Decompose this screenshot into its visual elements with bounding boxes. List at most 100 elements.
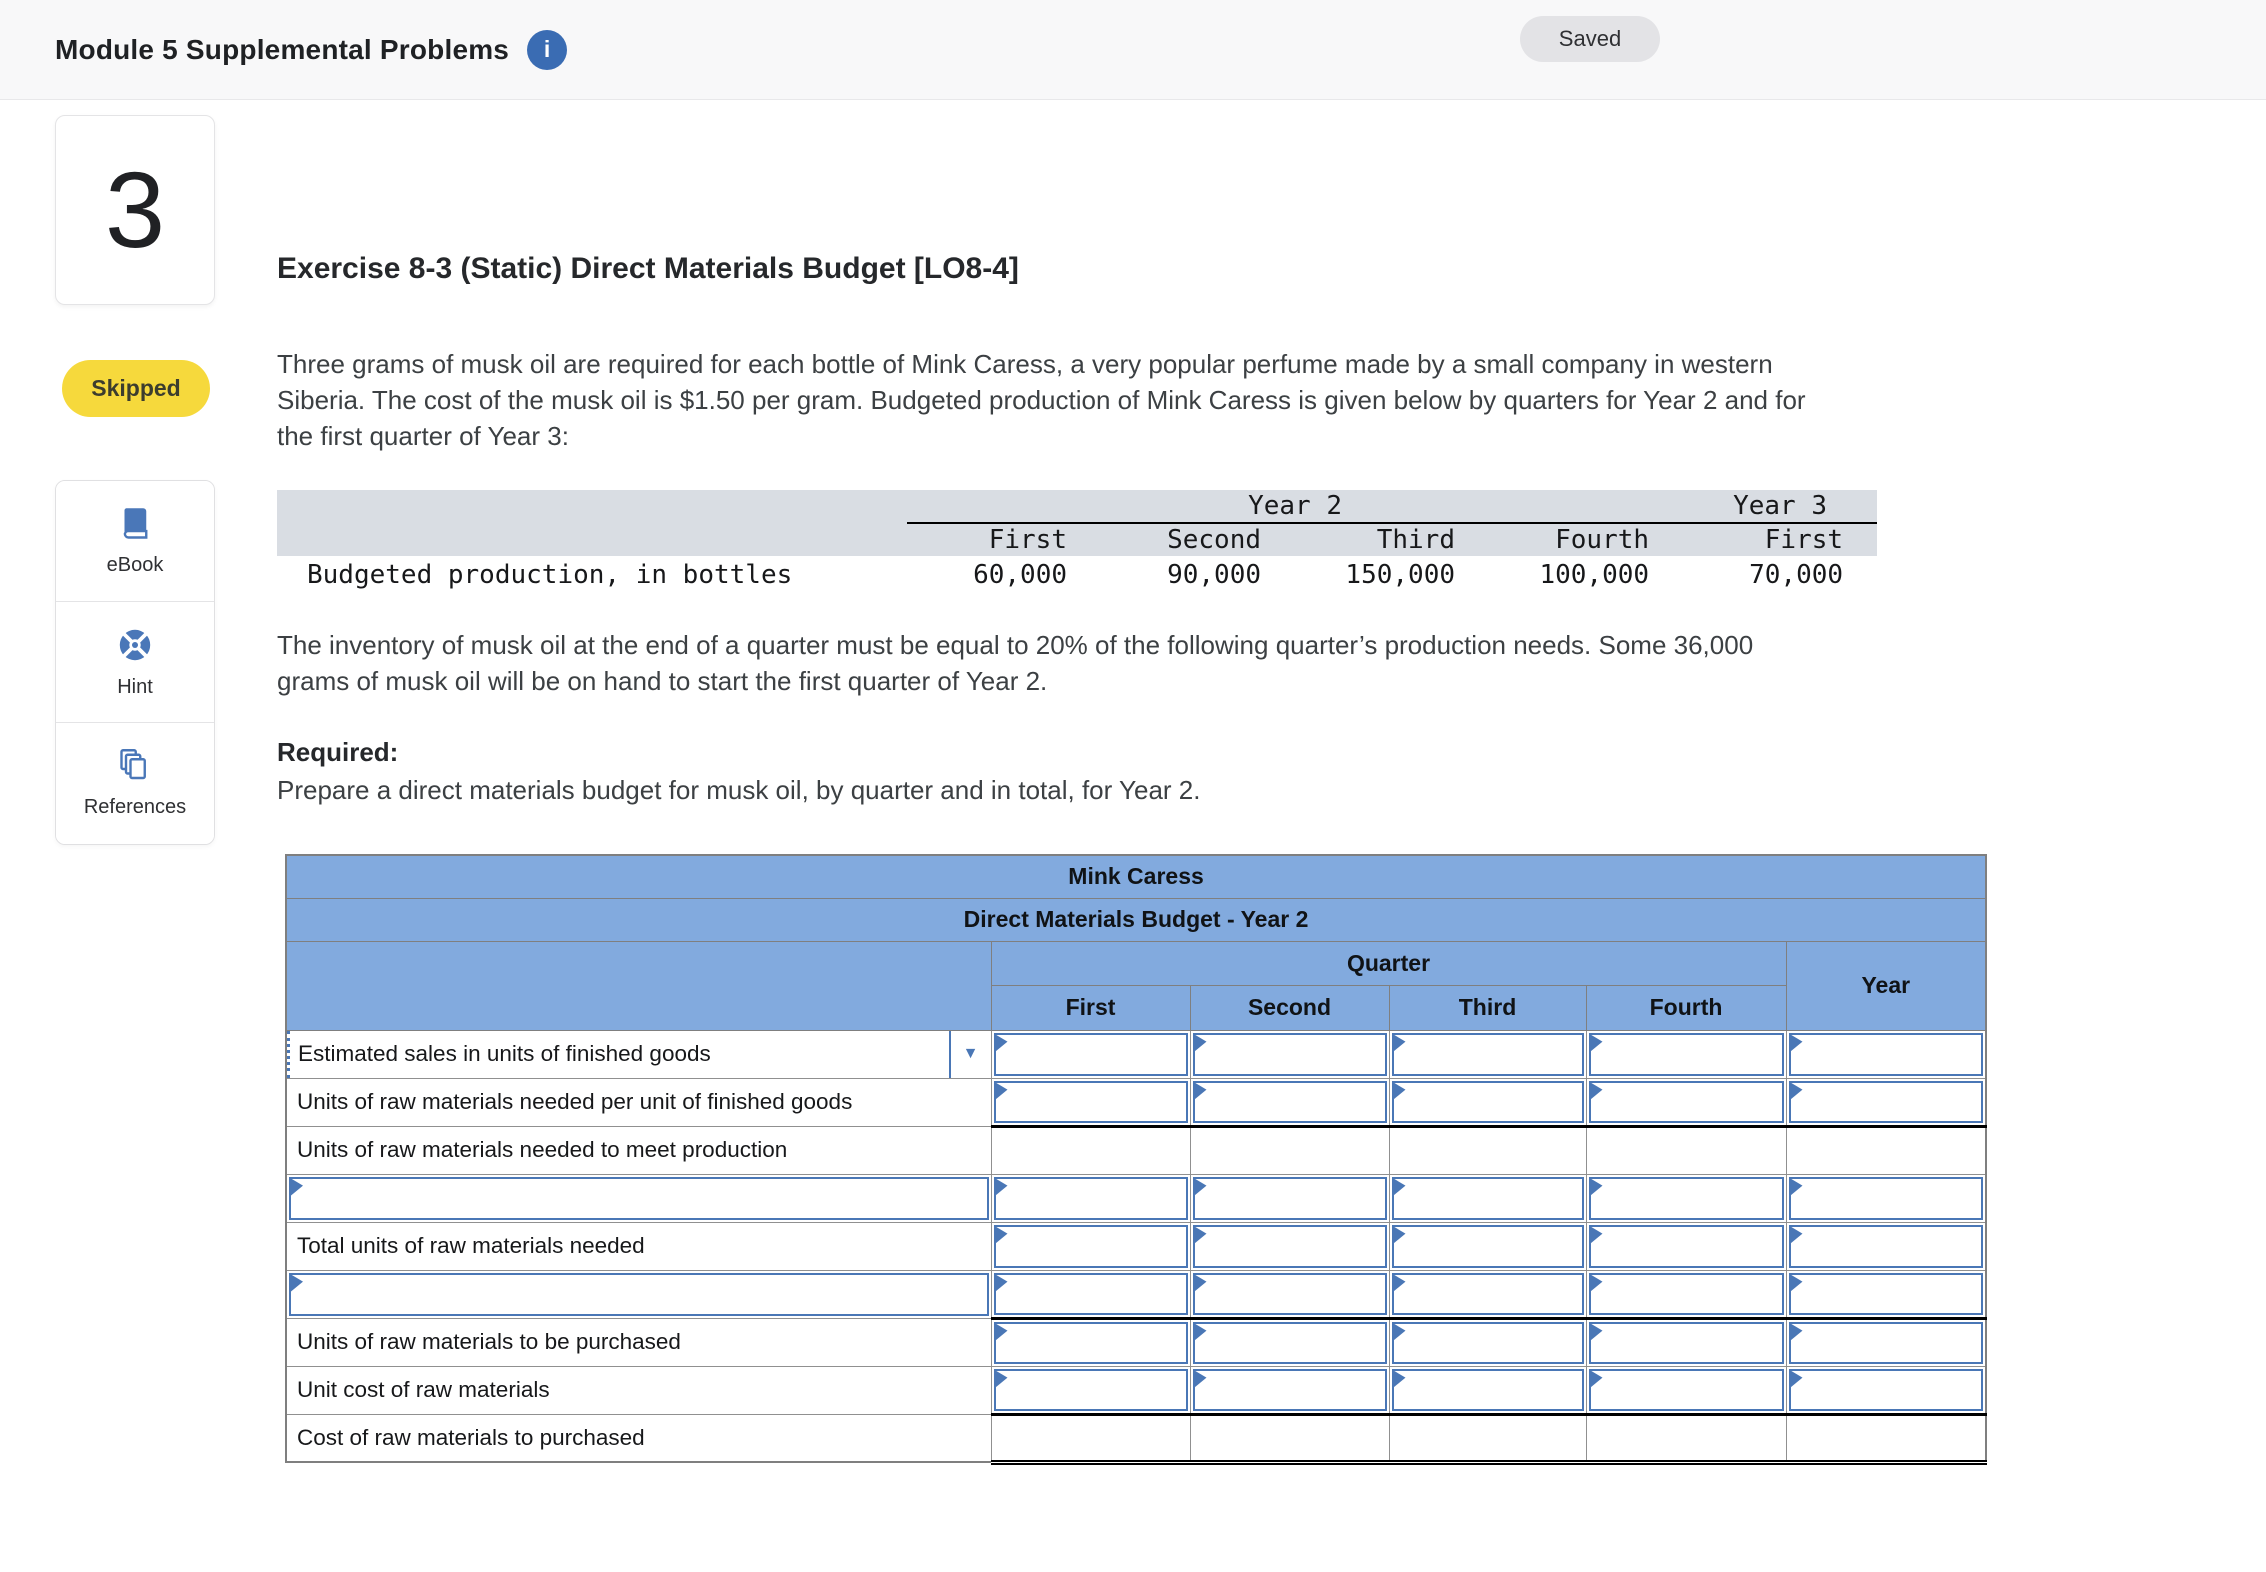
budget-table-subtitle: Direct Materials Budget - Year 2 (285, 897, 1987, 942)
quarter-static-cell (1585, 1124, 1787, 1175)
input-box[interactable] (1588, 1080, 1784, 1123)
input-box[interactable] (1588, 1176, 1784, 1220)
budget-subtitle-row: Direct Materials Budget - Year 2 (285, 897, 1987, 942)
flag-icon (1790, 1178, 1803, 1196)
input-box[interactable] (993, 1080, 1188, 1123)
input-box[interactable] (1788, 1272, 1984, 1315)
input-box[interactable] (1192, 1224, 1387, 1268)
input-box[interactable] (1788, 1176, 1984, 1220)
input-box[interactable] (1588, 1032, 1784, 1076)
row-label-dropdown[interactable]: Estimated sales in units of finished goo… (285, 1029, 992, 1079)
quarter-group-header: Quarter (990, 940, 1787, 986)
quarter-static-cell (1189, 1124, 1390, 1175)
input-box[interactable] (1192, 1176, 1387, 1220)
flag-icon (1194, 1274, 1207, 1292)
flag-icon (995, 1178, 1008, 1196)
input-box[interactable] (1788, 1224, 1984, 1268)
input-box[interactable] (1391, 1272, 1584, 1315)
quarter-header: Third (1295, 523, 1489, 556)
input-box[interactable] (1588, 1272, 1784, 1315)
input-box[interactable] (1192, 1368, 1387, 1411)
row-label: Estimated sales in units of finished goo… (298, 1041, 711, 1066)
production-value: 60,000 (907, 556, 1101, 593)
quarter-static-cell (990, 1124, 1191, 1175)
input-box[interactable] (1788, 1080, 1984, 1123)
quarter-input-cell (990, 1269, 1191, 1319)
input-box[interactable] (1788, 1321, 1984, 1364)
quarter-input-cell (1585, 1077, 1787, 1127)
flag-icon (995, 1323, 1008, 1341)
ebook-button[interactable]: eBook (56, 481, 214, 602)
production-data-row: Budgeted production, in bottles 60,000 9… (277, 556, 1878, 593)
budget-table: Mink Caress Direct Materials Budget - Ye… (285, 854, 1988, 1465)
production-value: 70,000 (1683, 556, 1878, 593)
quarter-input-cell (990, 1173, 1191, 1223)
tools-panel: eBook Hint References (55, 480, 215, 845)
year-input-cell (1785, 1316, 1987, 1367)
input-box[interactable] (1391, 1032, 1584, 1076)
exercise-title: Exercise 8-3 (Static) Direct Materials B… (277, 252, 1019, 285)
quarter-static-cell (990, 1412, 1191, 1465)
dropdown[interactable]: Estimated sales in units of finished goo… (287, 1030, 991, 1078)
budget-row: Total units of raw materials needed (285, 1221, 1987, 1271)
references-button[interactable]: References (56, 723, 214, 844)
quarter-input-cell (1189, 1269, 1390, 1319)
chevron-down-icon[interactable]: ▼ (948, 1030, 991, 1078)
input-box[interactable] (993, 1368, 1188, 1411)
flag-icon (1590, 1178, 1603, 1196)
quarter-input-cell (990, 1221, 1191, 1271)
quarter-input-cell (1585, 1316, 1787, 1367)
flag-icon (1393, 1274, 1406, 1292)
quarter-input-cell (990, 1077, 1191, 1127)
budget-table-body: Estimated sales in units of finished goo… (285, 1029, 1987, 1465)
quarter-input-cell (1189, 1029, 1390, 1079)
corner-cell (285, 940, 992, 1031)
input-box[interactable] (1588, 1368, 1784, 1411)
main-content: Exercise 8-3 (Static) Direct Materials B… (275, 100, 2155, 1465)
input-box[interactable] (1391, 1321, 1584, 1364)
flag-icon (1393, 1034, 1406, 1052)
quarter-col-header: First (990, 984, 1191, 1031)
input-box[interactable] (1192, 1272, 1387, 1315)
production-value: 100,000 (1489, 556, 1684, 593)
quarter-static-cell (1388, 1124, 1587, 1175)
input-box[interactable] (1788, 1368, 1984, 1411)
year-input-cell (1785, 1365, 1987, 1415)
info-icon[interactable]: i (527, 29, 568, 70)
page: Module 5 Supplemental Problems i Saved 3… (0, 0, 2266, 1572)
input-box[interactable] (1391, 1176, 1584, 1220)
input-box[interactable] (1788, 1032, 1984, 1076)
production-value: 150,000 (1295, 556, 1489, 593)
input-box[interactable] (993, 1032, 1188, 1076)
year-input-cell (1785, 1173, 1987, 1223)
hint-button[interactable]: Hint (56, 602, 214, 723)
quarter-input-cell (990, 1029, 1191, 1079)
budget-row: Units of raw materials needed per unit o… (285, 1077, 1987, 1127)
input-box[interactable] (289, 1176, 989, 1220)
quarter-input-cell (1388, 1269, 1587, 1319)
input-box[interactable] (993, 1224, 1188, 1268)
production-year-row: Year 2 Year 3 (277, 490, 1878, 524)
quarter-input-cell (1189, 1221, 1390, 1271)
input-box[interactable] (1192, 1321, 1387, 1364)
quarter-input-cell (1388, 1077, 1587, 1127)
input-box[interactable] (993, 1176, 1188, 1220)
flag-icon (995, 1034, 1008, 1052)
input-box[interactable] (1588, 1321, 1784, 1364)
input-box[interactable] (1192, 1032, 1387, 1076)
budget-title-row: Mink Caress (285, 854, 1987, 899)
input-box[interactable] (1391, 1080, 1584, 1123)
input-box[interactable] (1391, 1368, 1584, 1411)
year-static-cell (1785, 1412, 1987, 1465)
quarter-input-cell (1388, 1316, 1587, 1367)
year-input-cell (1785, 1269, 1987, 1319)
input-box[interactable] (1192, 1080, 1387, 1123)
input-box[interactable] (993, 1321, 1188, 1364)
flag-icon (1590, 1034, 1603, 1052)
saved-button[interactable]: Saved (1520, 16, 1660, 62)
input-box[interactable] (289, 1272, 989, 1316)
input-box[interactable] (993, 1272, 1188, 1315)
input-box[interactable] (1588, 1224, 1784, 1268)
flag-icon (1790, 1323, 1803, 1341)
input-box[interactable] (1391, 1224, 1584, 1268)
